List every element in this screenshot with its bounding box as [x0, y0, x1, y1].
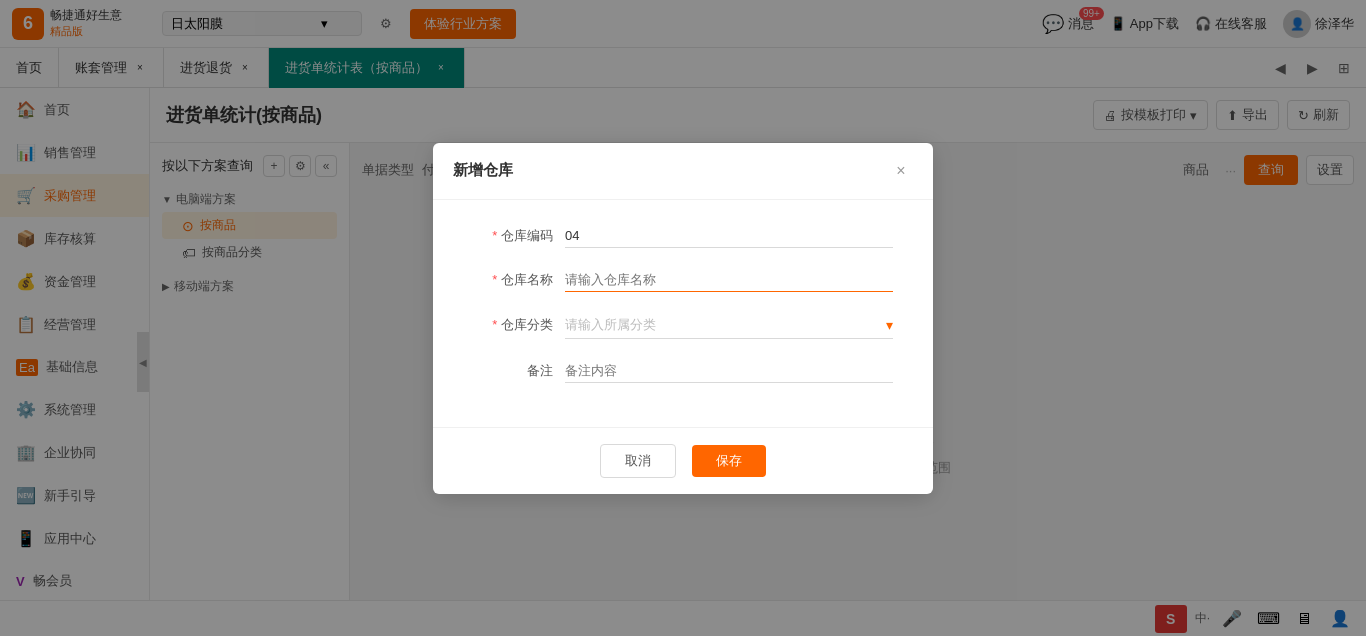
category-arrow-icon: ▾ — [886, 317, 893, 333]
remark-input[interactable] — [565, 359, 893, 383]
form-row-code: 仓库编码 — [473, 224, 893, 248]
category-placeholder: 请输入所属分类 — [565, 316, 656, 334]
form-row-remark: 备注 — [473, 359, 893, 383]
form-row-name: 仓库名称 — [473, 268, 893, 292]
name-input[interactable] — [565, 268, 893, 292]
dialog-title: 新增仓库 — [453, 161, 513, 180]
dialog-footer: 取消 保存 — [433, 427, 933, 494]
code-label: 仓库编码 — [473, 227, 553, 245]
category-select[interactable]: 请输入所属分类 ▾ — [565, 312, 893, 339]
form-row-category: 仓库分类 请输入所属分类 ▾ — [473, 312, 893, 339]
save-button[interactable]: 保存 — [692, 445, 766, 477]
dialog-body: 仓库编码 仓库名称 仓库分类 请输入所属分类 ▾ 备注 — [433, 200, 933, 427]
cancel-button[interactable]: 取消 — [600, 444, 676, 478]
dialog-header: 新增仓库 × — [433, 143, 933, 200]
code-input[interactable] — [565, 224, 893, 248]
new-warehouse-dialog: 新增仓库 × 仓库编码 仓库名称 仓库分类 请输入所属分类 ▾ — [433, 143, 933, 494]
remark-label: 备注 — [473, 362, 553, 380]
name-label: 仓库名称 — [473, 271, 553, 289]
dialog-overlay[interactable]: 新增仓库 × 仓库编码 仓库名称 仓库分类 请输入所属分类 ▾ — [0, 0, 1366, 636]
dialog-close-button[interactable]: × — [889, 159, 913, 183]
category-label: 仓库分类 — [473, 316, 553, 334]
